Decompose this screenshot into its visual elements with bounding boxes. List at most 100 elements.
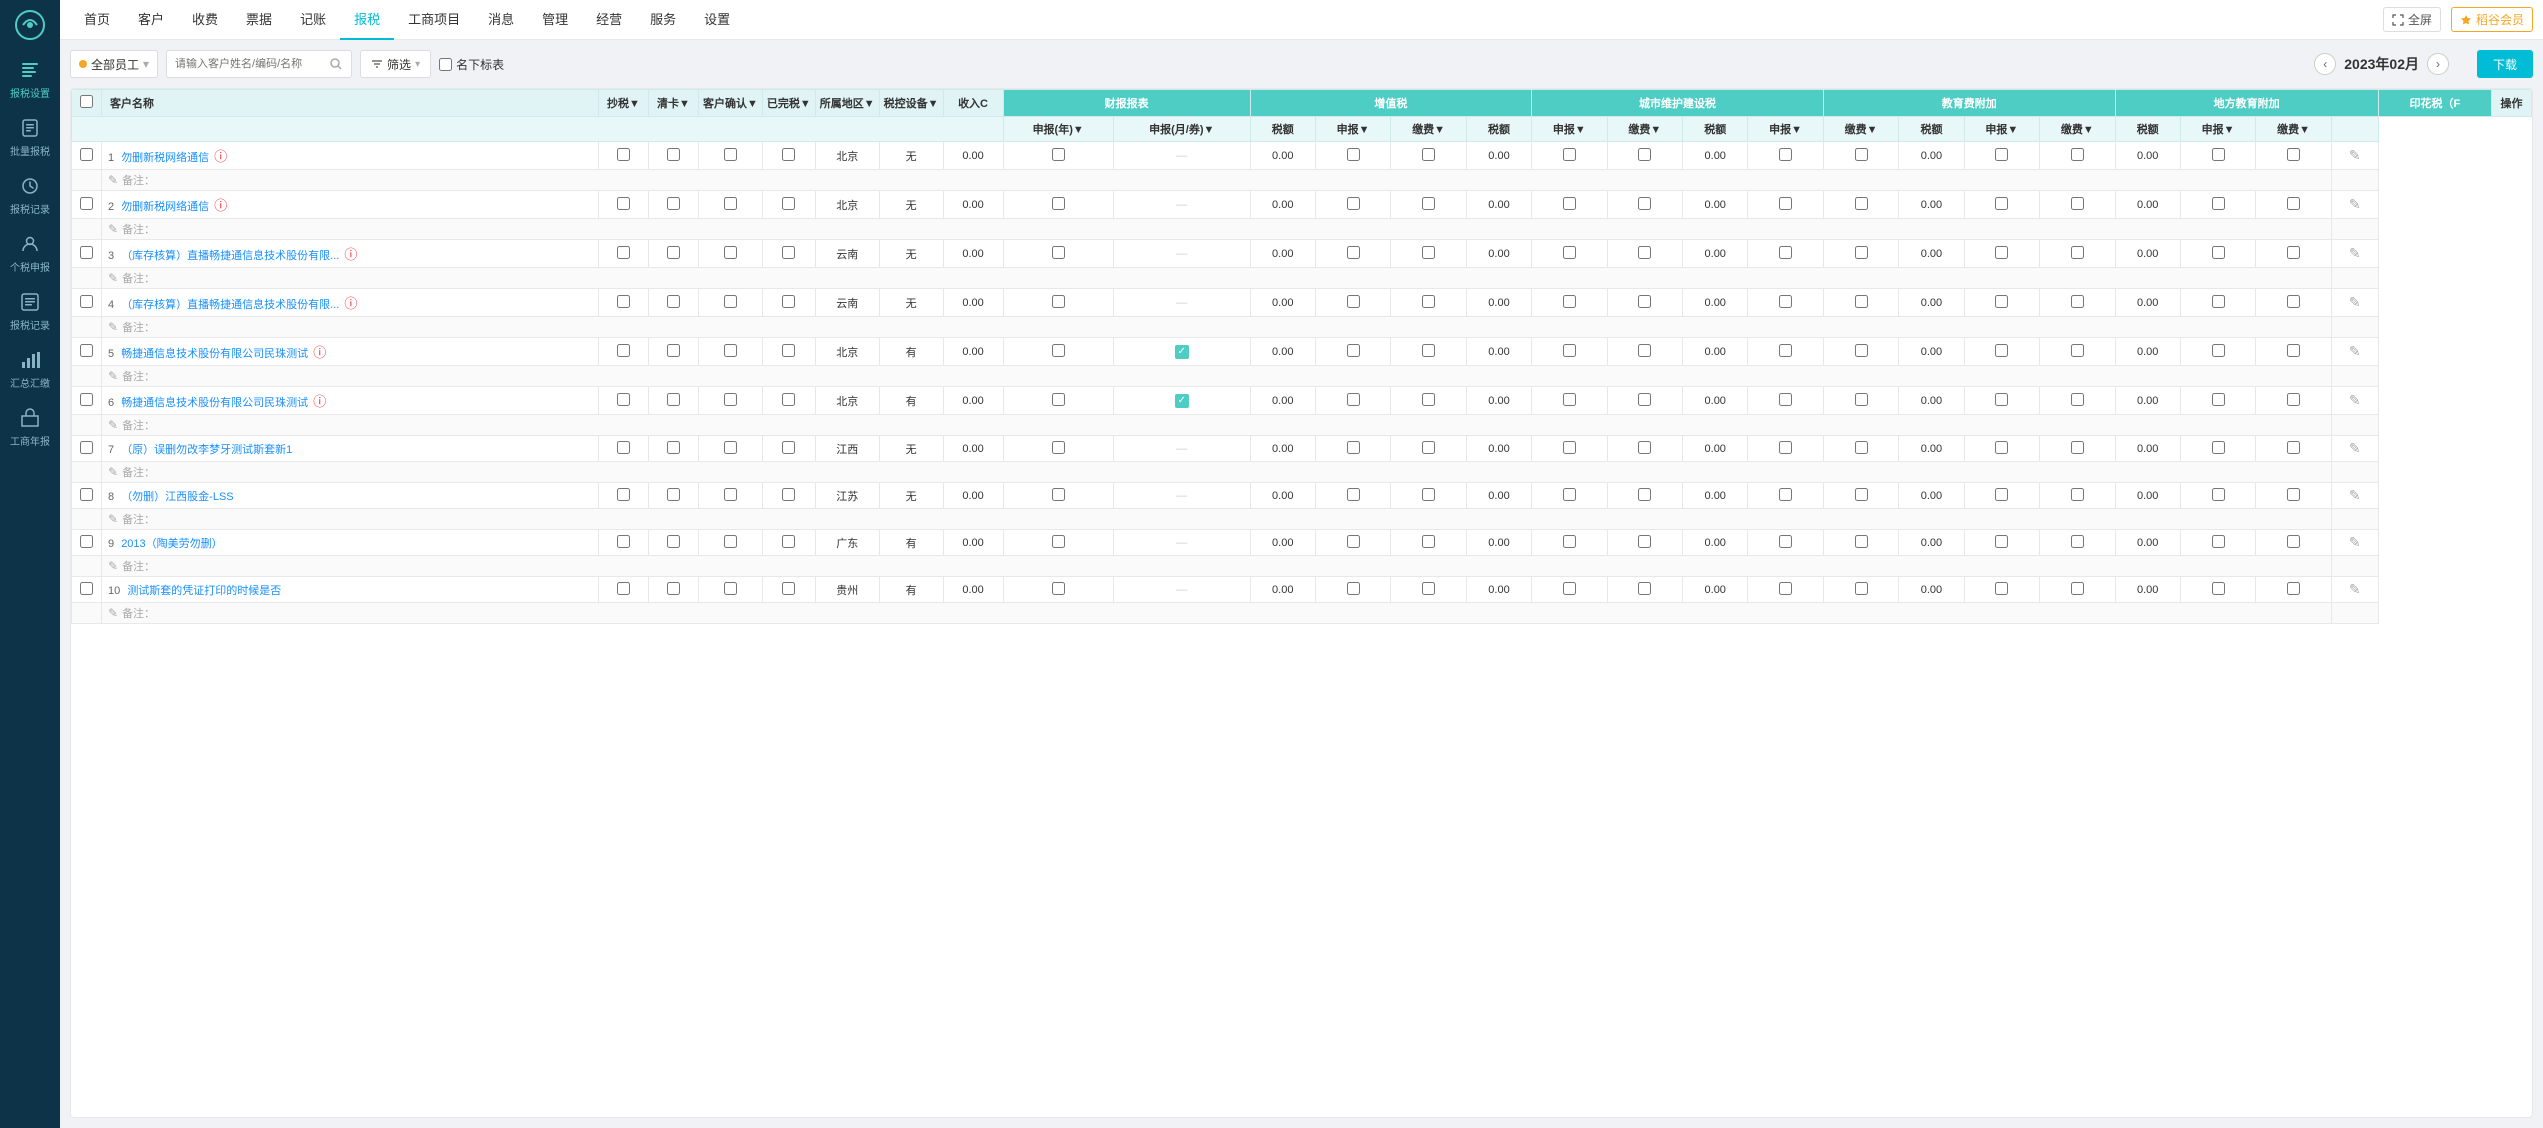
cs-jf-cell[interactable] [1607,577,1683,603]
yh-jf-cell[interactable] [2256,530,2332,556]
yiwanshui-cell[interactable] [762,436,815,462]
cs-jf-cell[interactable] [1607,338,1683,366]
company-name[interactable]: 6 畅捷通信息技术股份有限公司民珠测试 ⓘ [102,387,599,415]
company-name-text[interactable]: 勿删新税网络通信 [121,201,209,213]
yh-jf-cell[interactable] [2256,289,2332,317]
df-sb-cell[interactable] [1964,240,2040,268]
nav-guanli[interactable]: 管理 [528,0,582,40]
edit-icon[interactable]: ✎ [2349,196,2361,212]
yiwanshui-cell[interactable] [762,483,815,509]
yh-jf-cell[interactable] [2256,191,2332,219]
cs-sb-cell[interactable] [1532,530,1608,556]
company-name[interactable]: 4 （库存核算）直播畅捷通信息技术股份有限... ⓘ [102,289,599,317]
qingka-cell[interactable] [648,289,698,317]
jy-sb-cell[interactable] [1748,142,1824,170]
zzs-sb-cell[interactable] [1315,436,1391,462]
cs-sb-cell[interactable] [1532,289,1608,317]
sidebar-item-gongshang[interactable]: 工商年报 [0,398,60,456]
qingka-cell[interactable] [648,338,698,366]
qingka-cell[interactable] [648,387,698,415]
company-name-text[interactable]: 2013（陶美劳勿删） [121,538,222,550]
nav-xiaox[interactable]: 消息 [474,0,528,40]
jy-sb-cell[interactable] [1748,289,1824,317]
sidebar-item-baoshuishezhi[interactable]: 报税设置 [0,50,60,108]
jy-sb-cell[interactable] [1748,191,1824,219]
cb-year-cell[interactable] [1003,191,1113,219]
yiwanshui-cell[interactable] [762,240,815,268]
cs-sb-cell[interactable] [1532,142,1608,170]
df-sb-cell[interactable] [1964,289,2040,317]
company-name[interactable]: 2 勿删新税网络通信 ⓘ [102,191,599,219]
jy-jf-cell[interactable] [1823,289,1899,317]
yh-sb-cell[interactable] [2180,483,2256,509]
employee-select[interactable]: 全部员工 ▾ [70,50,158,78]
edit-cell[interactable]: ✎ [2331,338,2378,366]
next-month-btn[interactable]: › [2427,53,2449,75]
chaoshu-cell[interactable] [598,240,648,268]
nav-baoshu[interactable]: 报税 [340,0,394,40]
zzs-sb-cell[interactable] [1315,483,1391,509]
yiwanshui-cell[interactable] [762,577,815,603]
df-sb-cell[interactable] [1964,530,2040,556]
edit-cell[interactable]: ✎ [2331,142,2378,170]
df-jf-cell[interactable] [2040,436,2116,462]
cs-sb-cell[interactable] [1532,436,1608,462]
jy-jf-cell[interactable] [1823,338,1899,366]
cb-month-cell[interactable]: ✓ [1113,338,1250,366]
chaoshu-cell[interactable] [598,577,648,603]
jy-jf-cell[interactable] [1823,240,1899,268]
cs-sb-cell[interactable] [1532,338,1608,366]
search-input[interactable] [175,58,325,70]
jy-jf-cell[interactable] [1823,577,1899,603]
yh-jf-cell[interactable] [2256,387,2332,415]
jy-sb-cell[interactable] [1748,338,1824,366]
cs-jf-cell[interactable] [1607,191,1683,219]
company-name[interactable]: 8 （勿删）江西股金-LSS [102,483,599,509]
cb-month-cell[interactable]: — [1113,530,1250,556]
cb-year-cell[interactable] [1003,142,1113,170]
df-sb-cell[interactable] [1964,577,2040,603]
jy-sb-cell[interactable] [1748,483,1824,509]
cb-year-cell[interactable] [1003,387,1113,415]
edit-icon[interactable]: ✎ [2349,392,2361,408]
zzs-jf-cell[interactable] [1391,338,1467,366]
kehuqueren-cell[interactable] [698,577,762,603]
nav-fuwu[interactable]: 服务 [636,0,690,40]
row-checkbox[interactable] [72,289,102,317]
company-name[interactable]: 9 2013（陶美劳勿删） [102,530,599,556]
zzs-sb-cell[interactable] [1315,289,1391,317]
nav-piaoju[interactable]: 票据 [232,0,286,40]
cs-sb-cell[interactable] [1532,387,1608,415]
company-name[interactable]: 5 畅捷通信息技术股份有限公司民珠测试 ⓘ [102,338,599,366]
edit-cell[interactable]: ✎ [2331,577,2378,603]
kehuqueren-cell[interactable] [698,191,762,219]
company-name-text[interactable]: （库存核算）直播畅捷通信息技术股份有限... [121,299,339,311]
sidebar-item-baoshuijilu2[interactable]: 报税记录 [0,282,60,340]
company-name-text[interactable]: （库存核算）直播畅捷通信息技术股份有限... [121,250,339,262]
name-label-check[interactable]: 名下标表 [439,56,504,73]
name-label-checkbox[interactable] [439,58,452,71]
df-jf-cell[interactable] [2040,577,2116,603]
chaoshu-cell[interactable] [598,289,648,317]
sidebar-item-geshuishenbao[interactable]: 个税申报 [0,224,60,282]
cb-month-cell[interactable]: — [1113,142,1250,170]
jy-jf-cell[interactable] [1823,530,1899,556]
zzs-jf-cell[interactable] [1391,387,1467,415]
company-name[interactable]: 10 测试斯套的凭证打印的时候是否 [102,577,599,603]
df-jf-cell[interactable] [2040,530,2116,556]
company-name[interactable]: 7 （原）误删勿改李梦牙测试斯套新1 [102,436,599,462]
row-checkbox[interactable] [72,240,102,268]
edit-cell[interactable]: ✎ [2331,289,2378,317]
yh-sb-cell[interactable] [2180,530,2256,556]
cb-year-cell[interactable] [1003,483,1113,509]
nav-shouye[interactable]: 首页 [70,0,124,40]
chaoshu-cell[interactable] [598,530,648,556]
cs-jf-cell[interactable] [1607,436,1683,462]
cb-month-cell[interactable]: — [1113,240,1250,268]
df-jf-cell[interactable] [2040,387,2116,415]
kehuqueren-cell[interactable] [698,483,762,509]
yiwanshui-cell[interactable] [762,289,815,317]
cs-jf-cell[interactable] [1607,530,1683,556]
cs-sb-cell[interactable] [1532,483,1608,509]
jy-sb-cell[interactable] [1748,436,1824,462]
